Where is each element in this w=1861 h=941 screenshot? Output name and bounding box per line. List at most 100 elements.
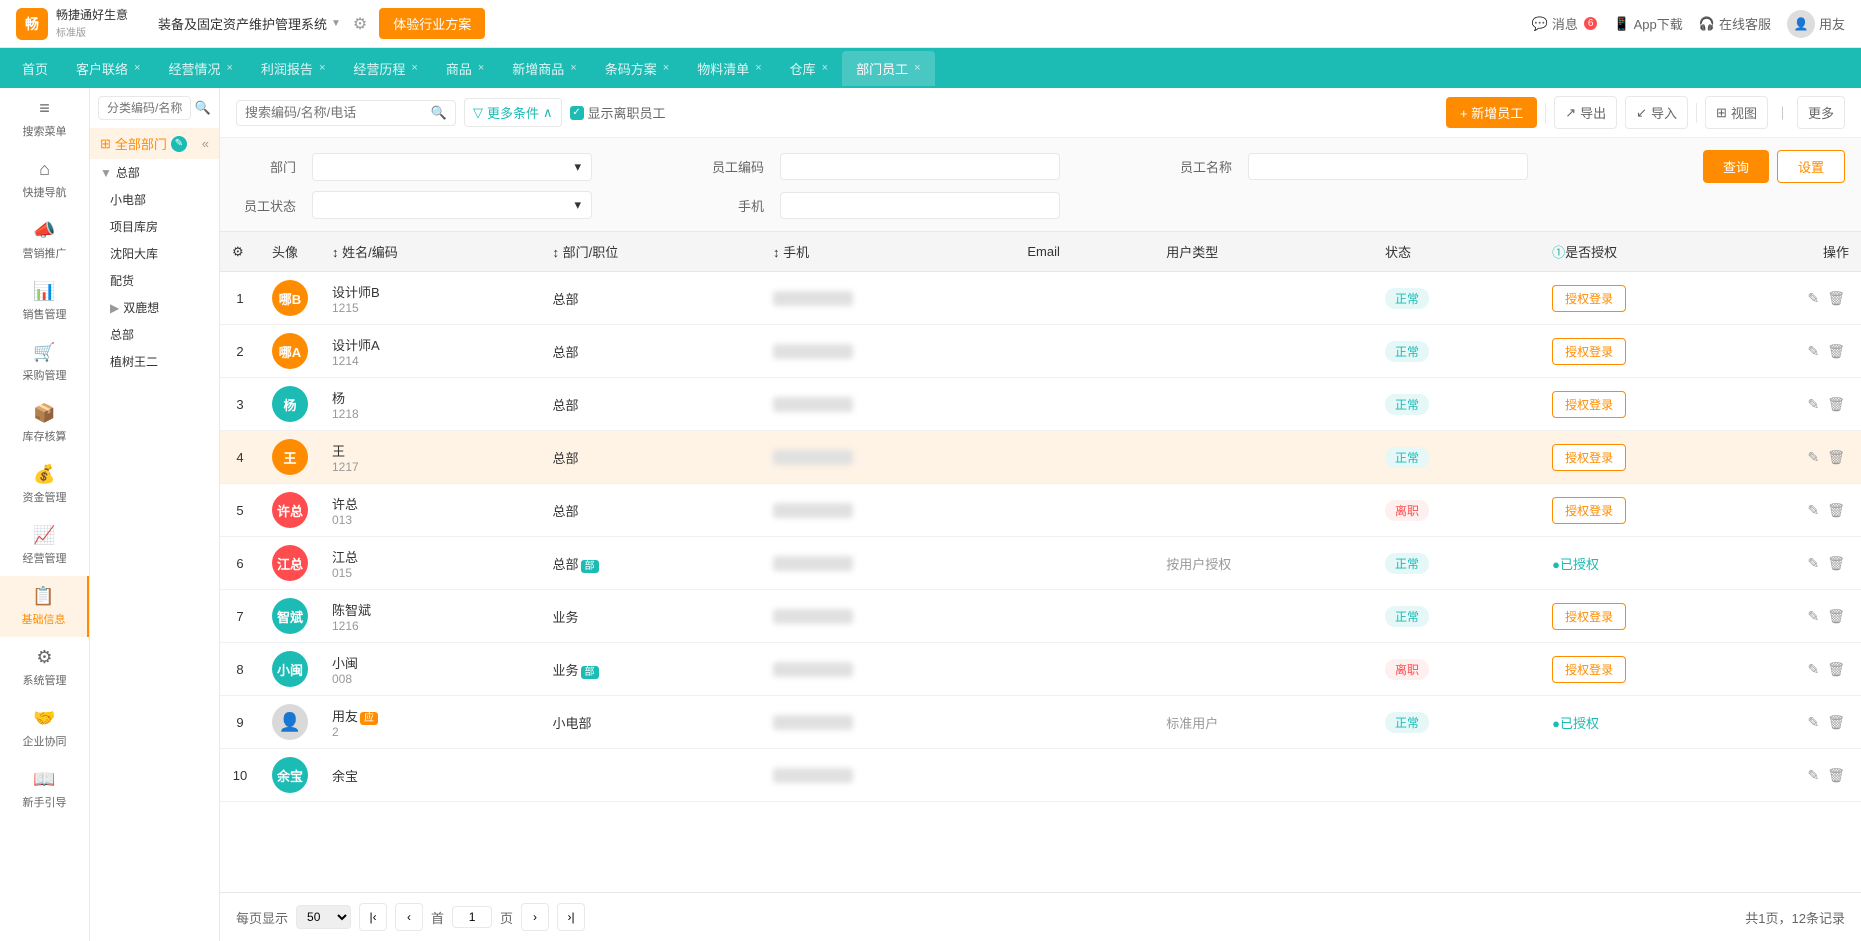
col-name[interactable]: ↕ 姓名/编码 <box>320 232 541 272</box>
dept-tree-item[interactable]: ▶双鹿想 <box>90 294 219 321</box>
auth-btn[interactable]: 授权登录 <box>1552 497 1626 524</box>
nav-item-搜索菜单[interactable]: ≡搜索菜单 <box>0 88 89 149</box>
delete-btn[interactable]: 🗑 <box>1823 288 1849 309</box>
close-tab-icon[interactable]: × <box>570 62 576 74</box>
nav-tab-物料清单[interactable]: 物料清单× <box>683 51 775 86</box>
emp-status-select[interactable]: ▾ <box>312 191 592 219</box>
delete-btn[interactable]: 🗑 <box>1823 447 1849 468</box>
dept-all-item[interactable]: ⊞ 全部部门 ✎ « <box>90 128 219 159</box>
search-icon[interactable]: 🔍 <box>431 105 447 121</box>
dept-tree-item[interactable]: 总部 <box>90 321 219 348</box>
auth-btn[interactable]: 授权登录 <box>1552 391 1626 418</box>
message-btn[interactable]: 💬 消息 6 <box>1532 14 1598 33</box>
dept-tree-item[interactable]: 配货 <box>90 267 219 294</box>
nav-tab-部门员工[interactable]: 部门员工× <box>842 51 934 86</box>
dept-select[interactable]: ▾ <box>312 153 592 181</box>
col-phone[interactable]: ↕ 手机 <box>761 232 1015 272</box>
title-dropdown-icon[interactable]: ▼ <box>331 18 341 29</box>
nav-item-系统管理[interactable]: ⚙系统管理 <box>0 637 89 698</box>
close-tab-icon[interactable]: × <box>478 62 484 74</box>
nav-tab-经营历程[interactable]: 经营历程× <box>339 51 431 86</box>
search-btn[interactable]: 查询 <box>1703 150 1769 183</box>
edit-btn[interactable]: ✎ <box>1803 394 1823 415</box>
nav-tab-经营情况[interactable]: 经营情况× <box>154 51 246 86</box>
online-service-btn[interactable]: 🎧 在线客服 <box>1699 14 1771 33</box>
show-resigned-check[interactable]: ✓ 显示离职员工 <box>570 103 666 122</box>
dept-tree-item[interactable]: 项目库房 <box>90 213 219 240</box>
prev-page-btn[interactable]: ‹ <box>395 903 423 931</box>
close-tab-icon[interactable]: × <box>663 62 669 74</box>
auth-btn[interactable]: 授权登录 <box>1552 285 1626 312</box>
auth-btn[interactable]: 授权登录 <box>1552 338 1626 365</box>
col-settings[interactable]: ⚙ <box>220 232 260 272</box>
nav-item-经营管理[interactable]: 📈经营管理 <box>0 515 89 576</box>
nav-tab-条码方案[interactable]: 条码方案× <box>591 51 683 86</box>
dept-tree-item[interactable]: ▼总部 <box>90 159 219 186</box>
emp-name-input[interactable] <box>1248 153 1528 180</box>
nav-item-新手引导[interactable]: 📖新手引导 <box>0 759 89 820</box>
nav-item-企业协同[interactable]: 🤝企业协同 <box>0 698 89 759</box>
edit-btn[interactable]: ✎ <box>1803 341 1823 362</box>
nav-tab-仓库[interactable]: 仓库× <box>776 51 842 86</box>
nav-tab-商品[interactable]: 商品× <box>432 51 498 86</box>
col-dept[interactable]: ↕ 部门/职位 <box>541 232 762 272</box>
nav-item-资金管理[interactable]: 💰资金管理 <box>0 454 89 515</box>
add-employee-btn[interactable]: + 新增员工 <box>1446 97 1537 128</box>
phone-input[interactable] <box>780 192 1060 219</box>
app-download-btn[interactable]: 📱 App下载 <box>1613 14 1682 33</box>
nav-tab-利润报告[interactable]: 利润报告× <box>247 51 339 86</box>
edit-btn[interactable]: ✎ <box>1803 553 1823 574</box>
close-tab-icon[interactable]: × <box>822 62 828 74</box>
edit-btn[interactable]: ✎ <box>1803 447 1823 468</box>
delete-btn[interactable]: 🗑 <box>1823 712 1849 733</box>
edit-btn[interactable]: ✎ <box>1803 659 1823 680</box>
dept-tree-item[interactable]: 沈阳大库 <box>90 240 219 267</box>
user-menu-btn[interactable]: 👤 用友 <box>1787 10 1845 38</box>
nav-tab-首页[interactable]: 首页 <box>8 51 62 86</box>
close-tab-icon[interactable]: × <box>914 62 920 74</box>
dept-tree-item[interactable]: 小电部 <box>90 186 219 213</box>
nav-item-采购管理[interactable]: 🛒采购管理 <box>0 332 89 393</box>
edit-btn[interactable]: ✎ <box>1803 606 1823 627</box>
dept-edit-icon[interactable]: ✎ <box>171 136 187 152</box>
view-btn[interactable]: ⊞ 视图 <box>1705 96 1768 129</box>
nav-tab-新增商品[interactable]: 新增商品× <box>498 51 590 86</box>
dept-collapse-icon[interactable]: « <box>202 136 209 151</box>
dept-search-icon[interactable]: 🔍 <box>195 100 211 116</box>
more-filters-btn[interactable]: ▽ 更多条件 ∧ <box>464 98 562 127</box>
import-btn[interactable]: ↙ 导入 <box>1625 96 1688 129</box>
edit-btn[interactable]: ✎ <box>1803 765 1823 786</box>
page-size-select[interactable]: 50 20 100 <box>296 905 351 929</box>
auth-btn[interactable]: 授权登录 <box>1552 444 1626 471</box>
close-tab-icon[interactable]: × <box>411 62 417 74</box>
last-page-btn[interactable]: ›| <box>557 903 585 931</box>
search-input[interactable] <box>245 105 431 120</box>
set-btn[interactable]: 设置 <box>1777 150 1845 183</box>
nav-tab-客户联络[interactable]: 客户联络× <box>62 51 154 86</box>
more-options-icon[interactable]: ｜ <box>1776 103 1789 122</box>
trial-button[interactable]: 体验行业方案 <box>379 8 485 39</box>
nav-item-库存核算[interactable]: 📦库存核算 <box>0 393 89 454</box>
export-btn[interactable]: ↗ 导出 <box>1554 96 1617 129</box>
edit-btn[interactable]: ✎ <box>1803 712 1823 733</box>
delete-btn[interactable]: 🗑 <box>1823 606 1849 627</box>
close-tab-icon[interactable]: × <box>226 62 232 74</box>
auth-btn[interactable]: 授权登录 <box>1552 656 1626 683</box>
dept-search-input[interactable] <box>98 96 191 120</box>
close-tab-icon[interactable]: × <box>755 62 761 74</box>
delete-btn[interactable]: 🗑 <box>1823 394 1849 415</box>
close-tab-icon[interactable]: × <box>319 62 325 74</box>
delete-btn[interactable]: 🗑 <box>1823 500 1849 521</box>
delete-btn[interactable]: 🗑 <box>1823 341 1849 362</box>
page-number-input[interactable] <box>452 906 492 928</box>
delete-btn[interactable]: 🗑 <box>1823 765 1849 786</box>
emp-code-input[interactable] <box>780 153 1060 180</box>
delete-btn[interactable]: 🗑 <box>1823 659 1849 680</box>
close-tab-icon[interactable]: × <box>134 62 140 74</box>
auth-btn[interactable]: 授权登录 <box>1552 603 1626 630</box>
first-page-btn[interactable]: |‹ <box>359 903 387 931</box>
next-page-btn[interactable]: › <box>521 903 549 931</box>
more-btn[interactable]: 更多 <box>1797 96 1845 129</box>
gear-icon[interactable]: ⚙ <box>353 14 367 34</box>
nav-item-营销推广[interactable]: 📣营销推广 <box>0 210 89 271</box>
